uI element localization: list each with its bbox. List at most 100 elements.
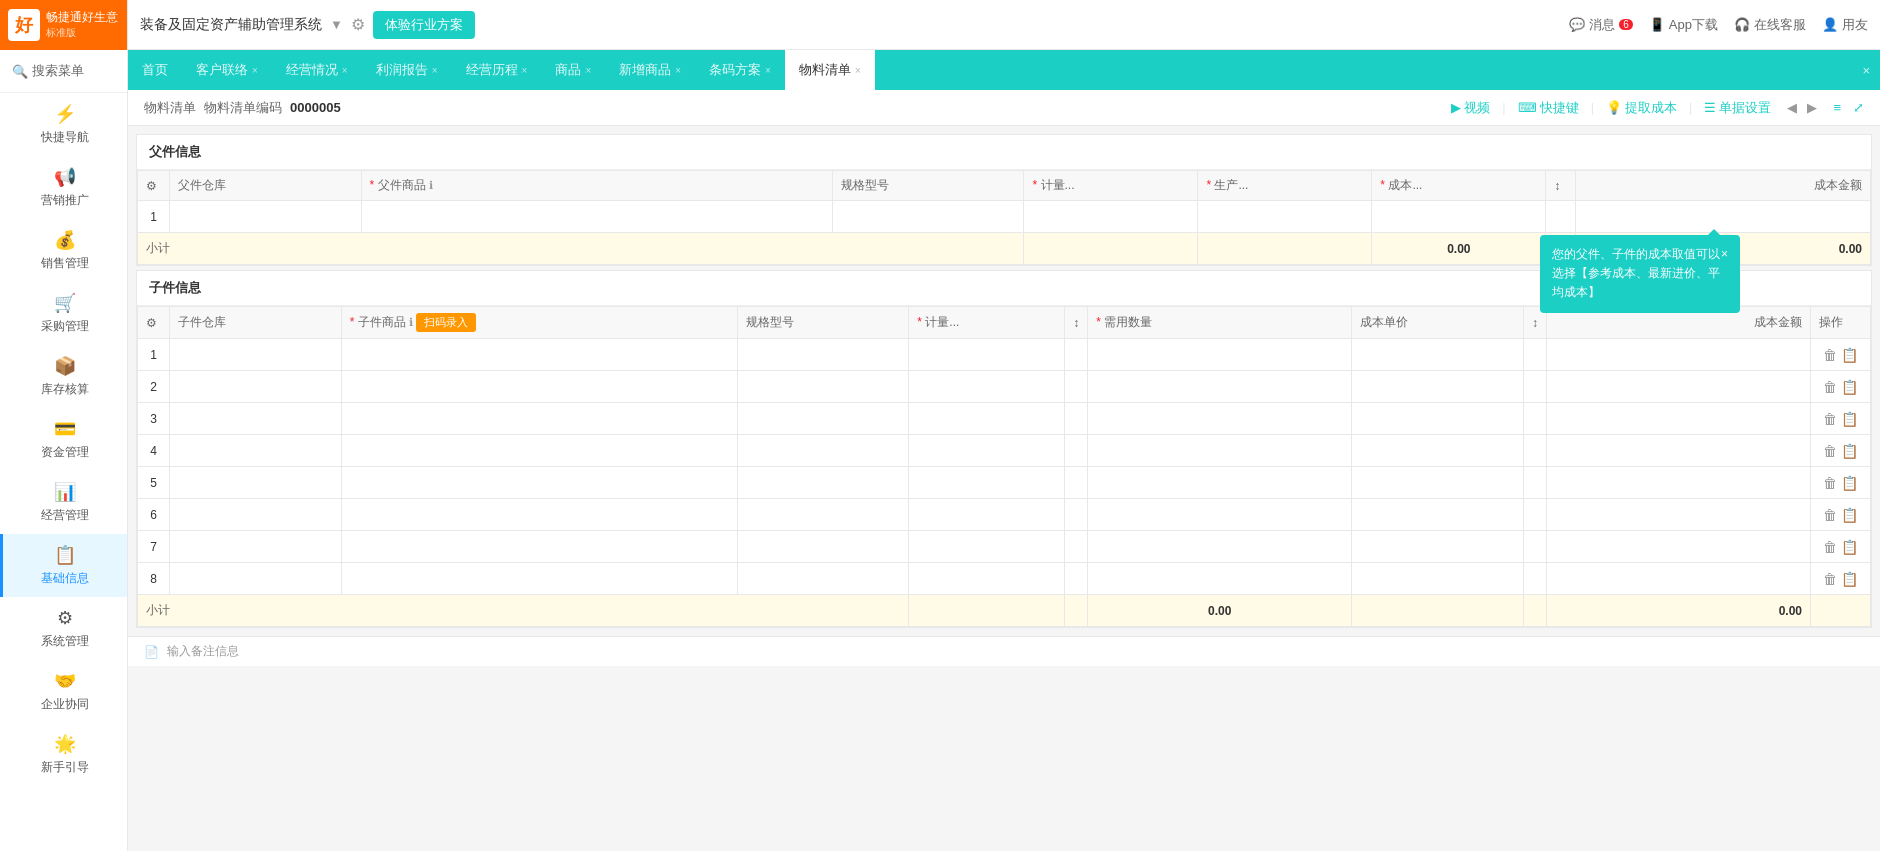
sidebar-item-purchase[interactable]: 🛒 采购管理	[0, 282, 127, 345]
child-unit-cost-8[interactable]	[1352, 563, 1524, 595]
child-copy-icon-2[interactable]: 📋	[1841, 379, 1858, 395]
shortcut-btn[interactable]: ⌨ 快捷键	[1518, 99, 1579, 117]
child-product-2[interactable]	[341, 371, 737, 403]
parent-unit-1[interactable]	[1024, 201, 1198, 233]
tab-barcode-close[interactable]: ×	[765, 65, 771, 76]
child-delete-icon-6[interactable]: 🗑	[1823, 507, 1837, 523]
parent-production-1[interactable]	[1198, 201, 1372, 233]
child-product-1[interactable]	[341, 339, 737, 371]
scan-btn[interactable]: 扫码录入	[416, 313, 476, 332]
trial-btn[interactable]: 体验行业方案	[373, 11, 475, 39]
child-delete-icon-8[interactable]: 🗑	[1823, 571, 1837, 587]
child-unit-cost-7[interactable]	[1352, 531, 1524, 563]
child-product-5[interactable]	[341, 467, 737, 499]
child-copy-icon-8[interactable]: 📋	[1841, 571, 1858, 587]
tab-history-close[interactable]: ×	[522, 65, 528, 76]
child-qty-7[interactable]	[1088, 531, 1352, 563]
tab-new-product[interactable]: 新增商品 ×	[605, 50, 695, 90]
child-unit-5[interactable]	[909, 467, 1065, 499]
child-delete-icon-1[interactable]: 🗑	[1823, 347, 1837, 363]
child-spec-8[interactable]	[737, 563, 909, 595]
child-unit-cost-3[interactable]	[1352, 403, 1524, 435]
child-qty-2[interactable]	[1088, 371, 1352, 403]
parent-spec-1[interactable]	[832, 201, 1024, 233]
child-product-3[interactable]	[341, 403, 737, 435]
next-arrow[interactable]: ▶	[1803, 98, 1821, 117]
child-warehouse-3[interactable]	[170, 403, 342, 435]
child-unit-1[interactable]	[909, 339, 1065, 371]
tab-customer[interactable]: 客户联络 ×	[182, 50, 272, 90]
tab-new-product-close[interactable]: ×	[675, 65, 681, 76]
child-unit-2[interactable]	[909, 371, 1065, 403]
child-unit-7[interactable]	[909, 531, 1065, 563]
message-btn[interactable]: 💬 消息 6	[1569, 16, 1633, 34]
app-download-btn[interactable]: 📱 App下载	[1649, 16, 1718, 34]
child-qty-5[interactable]	[1088, 467, 1352, 499]
child-qty-4[interactable]	[1088, 435, 1352, 467]
child-unit-cost-4[interactable]	[1352, 435, 1524, 467]
child-unit-8[interactable]	[909, 563, 1065, 595]
child-warehouse-8[interactable]	[170, 563, 342, 595]
child-copy-icon-1[interactable]: 📋	[1841, 347, 1858, 363]
prev-arrow[interactable]: ◀	[1783, 98, 1801, 117]
child-product-4[interactable]	[341, 435, 737, 467]
child-copy-icon-4[interactable]: 📋	[1841, 443, 1858, 459]
parent-cost-1[interactable]	[1372, 201, 1546, 233]
child-unit-4[interactable]	[909, 435, 1065, 467]
child-col-settings[interactable]: ⚙	[138, 307, 170, 339]
child-delete-icon-4[interactable]: 🗑	[1823, 443, 1837, 459]
tooltip-close-btn[interactable]: ×	[1721, 245, 1728, 264]
child-warehouse-4[interactable]	[170, 435, 342, 467]
child-spec-1[interactable]	[737, 339, 909, 371]
child-spec-4[interactable]	[737, 435, 909, 467]
parent-product-1[interactable]	[361, 201, 832, 233]
child-unit-cost-2[interactable]	[1352, 371, 1524, 403]
child-product-8[interactable]	[341, 563, 737, 595]
child-delete-icon-5[interactable]: 🗑	[1823, 475, 1837, 491]
tab-operations[interactable]: 经营情况 ×	[272, 50, 362, 90]
child-delete-icon-7[interactable]: 🗑	[1823, 539, 1837, 555]
child-product-6[interactable]	[341, 499, 737, 531]
sidebar-item-operations[interactable]: 📊 经营管理	[0, 471, 127, 534]
child-qty-1[interactable]	[1088, 339, 1352, 371]
video-btn[interactable]: ▶ 视频	[1451, 99, 1490, 117]
extract-cost-btn[interactable]: 💡 提取成本	[1606, 99, 1677, 117]
sidebar-item-marketing[interactable]: 📢 营销推广	[0, 156, 127, 219]
child-spec-2[interactable]	[737, 371, 909, 403]
child-copy-icon-5[interactable]: 📋	[1841, 475, 1858, 491]
child-warehouse-7[interactable]	[170, 531, 342, 563]
child-unit-6[interactable]	[909, 499, 1065, 531]
child-unit-cost-1[interactable]	[1352, 339, 1524, 371]
child-copy-icon-7[interactable]: 📋	[1841, 539, 1858, 555]
tab-bom-close[interactable]: ×	[855, 65, 861, 76]
child-product-7[interactable]	[341, 531, 737, 563]
sidebar-item-basic-info[interactable]: 📋 基础信息	[0, 534, 127, 597]
single-settings-btn[interactable]: ☰ 单据设置	[1704, 99, 1771, 117]
view-toggle[interactable]: ≡	[1833, 100, 1841, 115]
close-all-tabs[interactable]: ×	[1852, 63, 1880, 78]
child-unit-cost-6[interactable]	[1352, 499, 1524, 531]
sidebar-item-inventory[interactable]: 📦 库存核算	[0, 345, 127, 408]
child-qty-6[interactable]	[1088, 499, 1352, 531]
parent-col-settings[interactable]: ⚙	[138, 171, 170, 201]
child-warehouse-5[interactable]	[170, 467, 342, 499]
tab-product[interactable]: 商品 ×	[541, 50, 605, 90]
sidebar-item-system[interactable]: ⚙ 系统管理	[0, 597, 127, 660]
sidebar-item-quick-nav[interactable]: ⚡ 快捷导航	[0, 93, 127, 156]
child-warehouse-6[interactable]	[170, 499, 342, 531]
child-warehouse-2[interactable]	[170, 371, 342, 403]
child-qty-8[interactable]	[1088, 563, 1352, 595]
sidebar-item-enterprise[interactable]: 🤝 企业协同	[0, 660, 127, 723]
sidebar-item-sales[interactable]: 💰 销售管理	[0, 219, 127, 282]
child-delete-icon-3[interactable]: 🗑	[1823, 411, 1837, 427]
child-copy-icon-3[interactable]: 📋	[1841, 411, 1858, 427]
child-qty-3[interactable]	[1088, 403, 1352, 435]
tab-home[interactable]: 首页	[128, 50, 182, 90]
sidebar-item-finance[interactable]: 💳 资金管理	[0, 408, 127, 471]
child-warehouse-1[interactable]	[170, 339, 342, 371]
online-service-btn[interactable]: 🎧 在线客服	[1734, 16, 1806, 34]
tab-profit-close[interactable]: ×	[432, 65, 438, 76]
user-menu-btn[interactable]: 👤 用友	[1822, 16, 1868, 34]
settings-gear-icon[interactable]: ⚙	[351, 15, 365, 34]
sidebar-item-guide[interactable]: 🌟 新手引导	[0, 723, 127, 786]
